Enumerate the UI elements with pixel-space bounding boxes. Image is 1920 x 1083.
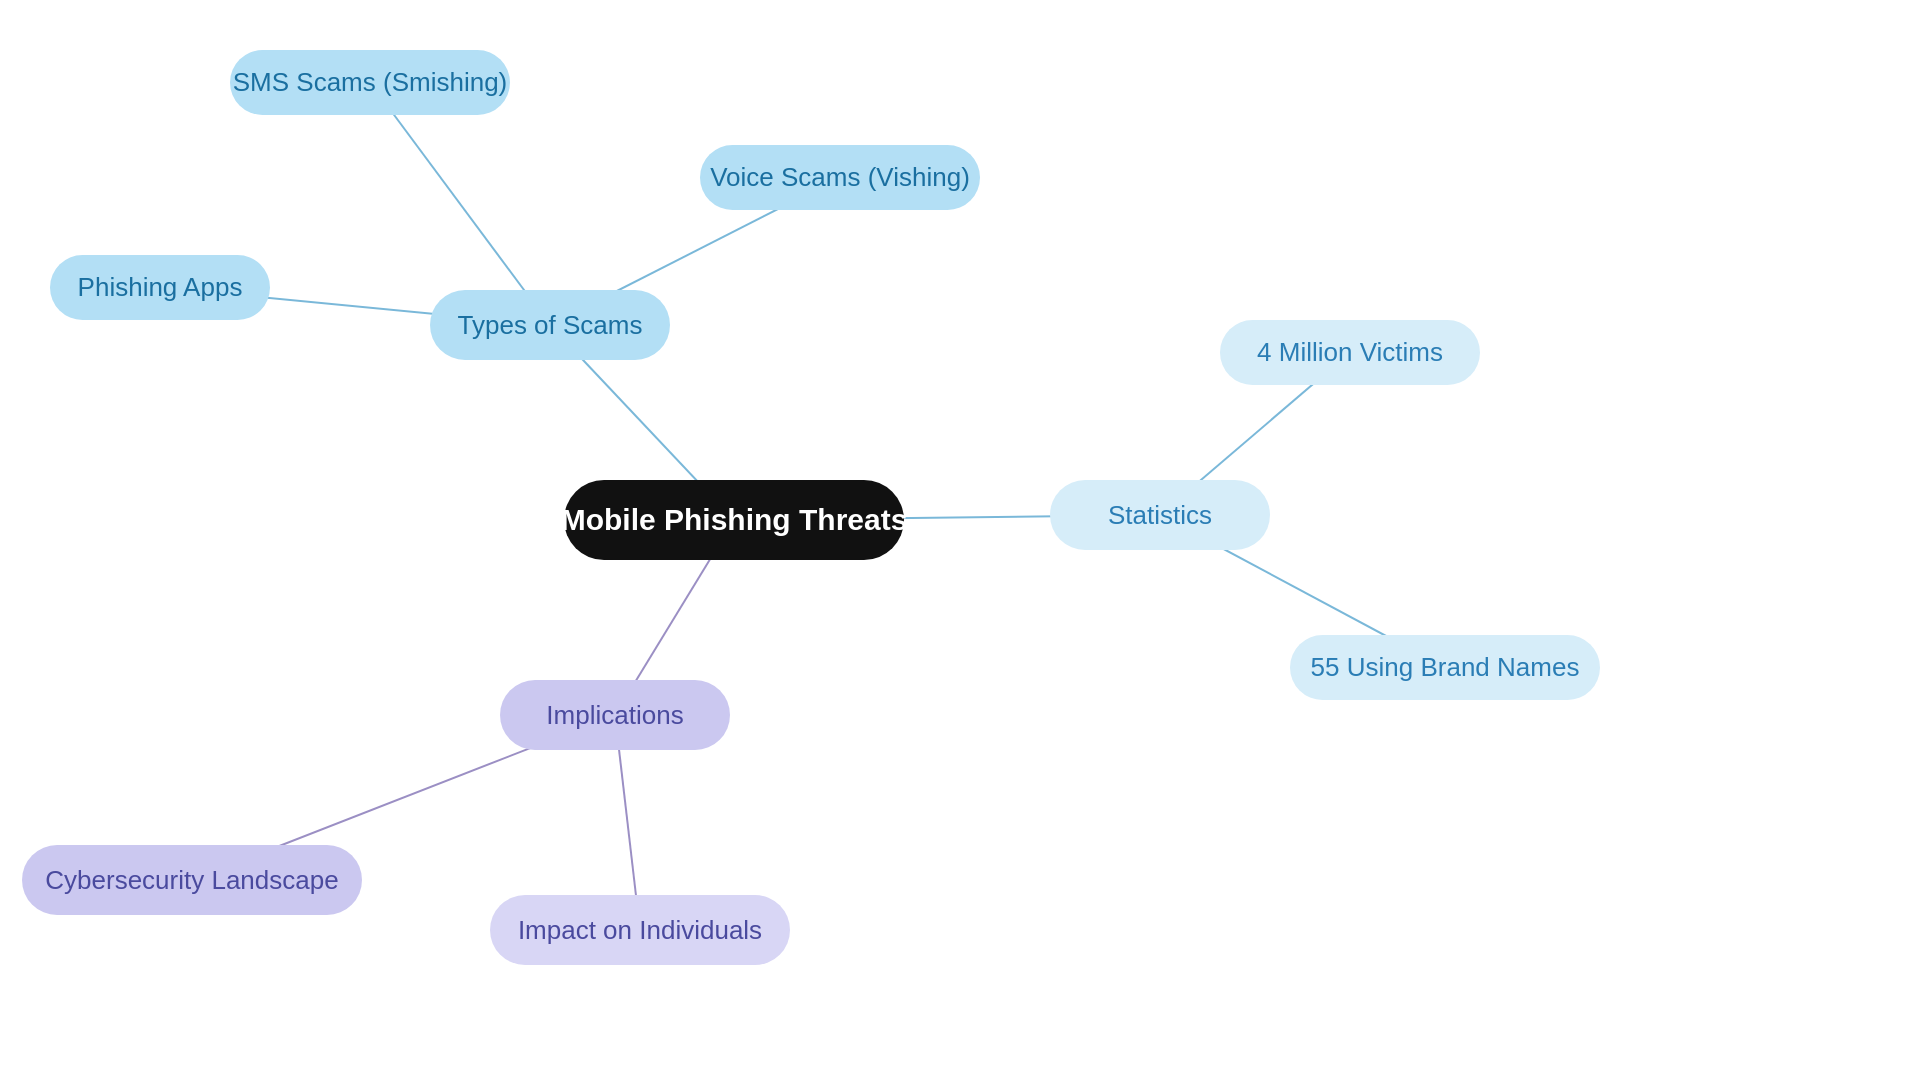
million-label: 4 Million Victims: [1257, 337, 1443, 368]
svg-line-1: [370, 83, 550, 326]
cyber-label: Cybersecurity Landscape: [45, 865, 338, 896]
types-label: Types of Scams: [458, 310, 643, 341]
stats-label: Statistics: [1108, 500, 1212, 531]
implications-node[interactable]: Implications: [500, 680, 730, 750]
sms-label: SMS Scams (Smishing): [233, 67, 508, 98]
million-victims-node[interactable]: 4 Million Victims: [1220, 320, 1480, 385]
cybersecurity-node[interactable]: Cybersecurity Landscape: [22, 845, 362, 915]
implications-label: Implications: [546, 700, 683, 731]
impact-label: Impact on Individuals: [518, 915, 762, 946]
phishing-apps-node[interactable]: Phishing Apps: [50, 255, 270, 320]
statistics-node[interactable]: Statistics: [1050, 480, 1270, 550]
brand-label: 55 Using Brand Names: [1311, 652, 1580, 683]
voice-scams-node[interactable]: Voice Scams (Vishing): [700, 145, 980, 210]
center-node[interactable]: Mobile Phishing Threats: [564, 480, 904, 560]
phishing-label: Phishing Apps: [78, 272, 243, 303]
sms-scams-node[interactable]: SMS Scams (Smishing): [230, 50, 510, 115]
types-of-scams-node[interactable]: Types of Scams: [430, 290, 670, 360]
impact-individuals-node[interactable]: Impact on Individuals: [490, 895, 790, 965]
brand-names-node[interactable]: 55 Using Brand Names: [1290, 635, 1600, 700]
voice-label: Voice Scams (Vishing): [710, 162, 970, 193]
center-label: Mobile Phishing Threats: [561, 503, 908, 537]
